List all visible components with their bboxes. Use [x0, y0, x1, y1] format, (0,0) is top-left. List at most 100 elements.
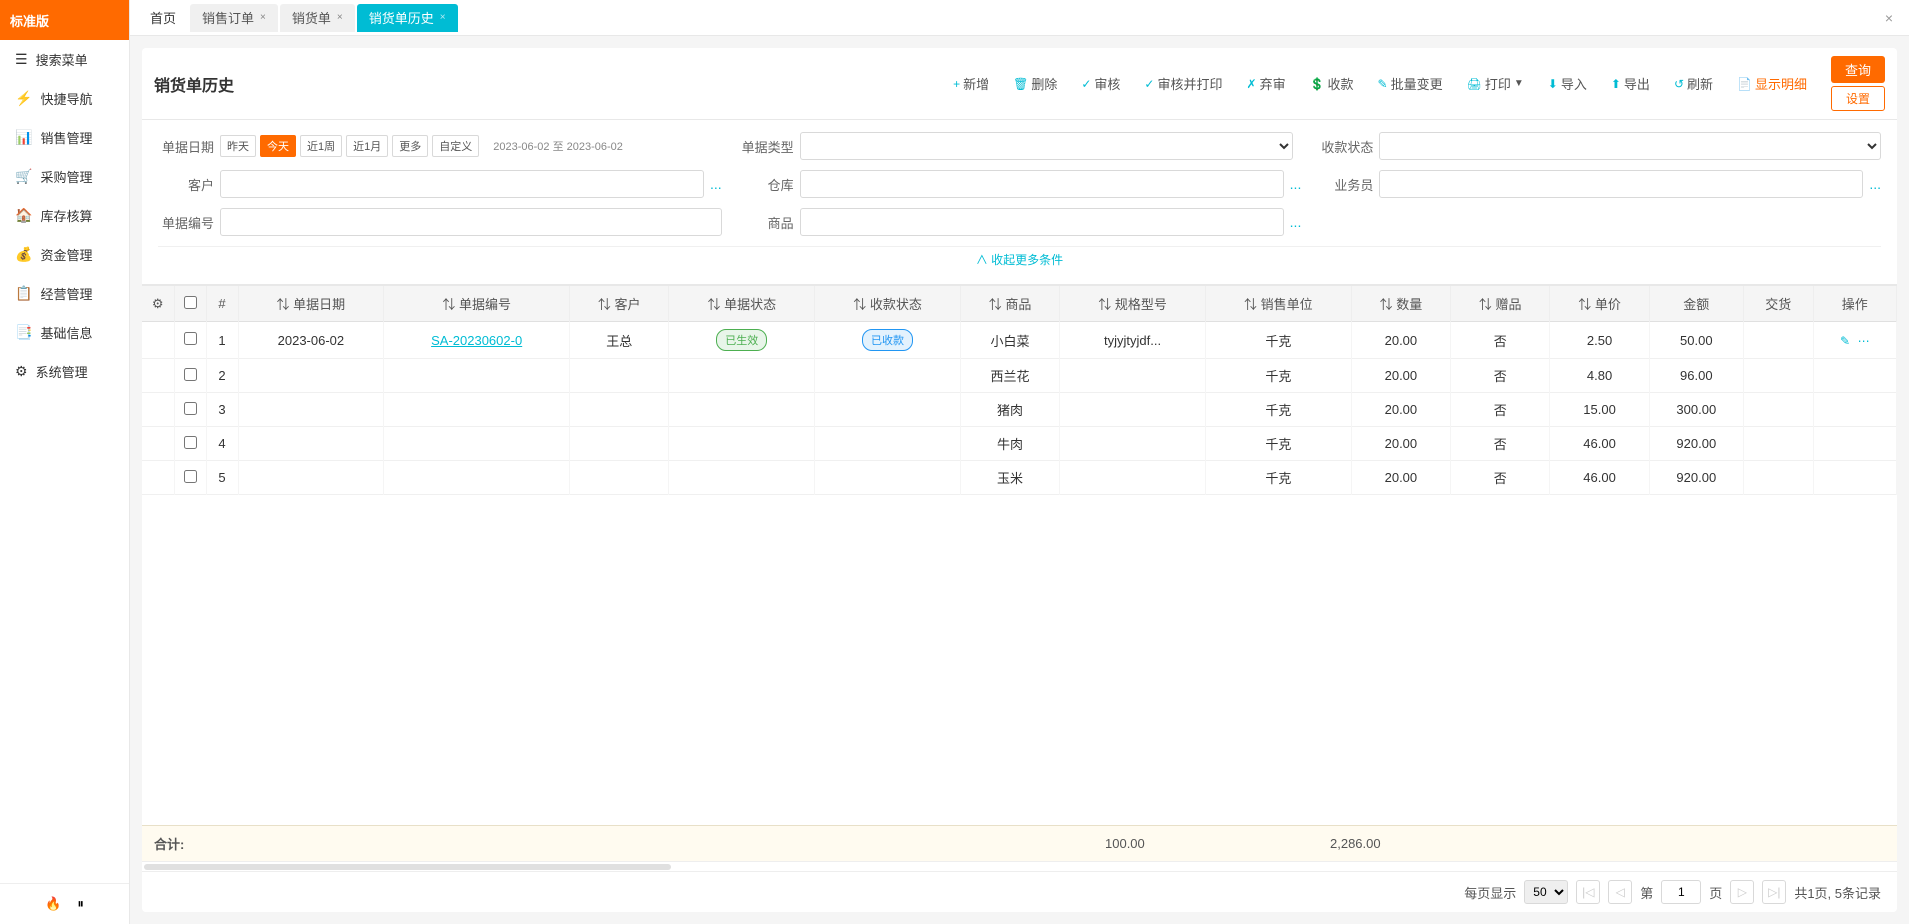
horizontal-scrollbar[interactable] [142, 861, 1897, 871]
checkbox-cell[interactable] [174, 322, 206, 359]
new-button[interactable]: + 新增 [945, 71, 997, 96]
operation-cell [1813, 393, 1896, 427]
sidebar-item-system[interactable]: ⚙ 系统管理 [0, 352, 129, 391]
warehouse-picker[interactable]: ... [1290, 176, 1302, 192]
goods-picker[interactable]: ... [1290, 214, 1302, 230]
goods-cell: 玉米 [960, 461, 1059, 495]
goods-input[interactable] [800, 208, 1284, 236]
settings-column-header[interactable]: ⚙ [142, 286, 174, 322]
sales-unit-column-header[interactable]: ⇅ 销售单位 [1205, 286, 1351, 322]
approve-print-button[interactable]: ✓ 审核并打印 [1136, 71, 1230, 96]
settings-button[interactable]: 设置 [1831, 86, 1885, 111]
payment-status-select[interactable] [1379, 132, 1881, 160]
last-page-button[interactable]: ▷| [1762, 880, 1786, 904]
select-all-checkbox[interactable] [184, 296, 197, 309]
show-detail-button[interactable]: 📄 显示明细 [1729, 71, 1815, 96]
checkbox-cell[interactable] [174, 393, 206, 427]
first-page-button[interactable]: |◁ [1576, 880, 1600, 904]
row-checkbox[interactable] [184, 436, 197, 449]
spec-cell [1060, 359, 1206, 393]
sidebar-item-label: 系统管理 [36, 362, 88, 381]
checkbox-cell[interactable] [174, 461, 206, 495]
sidebar-item-sales[interactable]: 📊 销售管理 [0, 118, 129, 157]
prev-page-button[interactable]: ◁ [1608, 880, 1632, 904]
unit-price-cell: 46.00 [1550, 461, 1649, 495]
close-all-tabs[interactable]: × [1877, 10, 1901, 26]
collapse-filters-button[interactable]: ∧ 收起更多条件 [158, 246, 1881, 272]
more-op-button[interactable]: ⋯ [1856, 334, 1872, 348]
checkbox-cell[interactable] [174, 427, 206, 461]
close-sales-order-tab[interactable]: × [260, 12, 266, 23]
sidebar-item-inventory[interactable]: 🏠 库存核算 [0, 196, 129, 235]
doc-no-link[interactable]: SA-20230602-0 [431, 333, 522, 348]
sidebar-bottom: 🔥 ⏸ [0, 883, 129, 924]
sidebar-item-operation[interactable]: 📋 经营管理 [0, 274, 129, 313]
doc-status-column-header[interactable]: ⇅ 单据状态 [669, 286, 815, 322]
doc-type-select[interactable] [800, 132, 1294, 160]
more-btn[interactable]: 更多 [392, 135, 428, 157]
unit-price-column-header[interactable]: ⇅ 单价 [1550, 286, 1649, 322]
doc-date-column-header[interactable]: ⇅ 单据日期 [238, 286, 384, 322]
gift-column-header[interactable]: ⇅ 赠品 [1451, 286, 1550, 322]
customer-cell: 王总 [570, 322, 669, 359]
salesperson-picker[interactable]: ... [1869, 176, 1881, 192]
row-checkbox[interactable] [184, 332, 197, 345]
sidebar-item-purchase[interactable]: 🛒 采购管理 [0, 157, 129, 196]
print-button[interactable]: 🖨 打印 ▼ [1459, 71, 1532, 96]
pause-icon[interactable]: ⏸ [77, 896, 84, 912]
customer-column-header[interactable]: ⇅ 客户 [570, 286, 669, 322]
yesterday-btn[interactable]: 昨天 [220, 135, 256, 157]
row-checkbox[interactable] [184, 470, 197, 483]
checkbox-column-header[interactable] [174, 286, 206, 322]
sidebar-item-search[interactable]: ☰ 搜索菜单 [0, 40, 129, 79]
doc-no-input[interactable] [220, 208, 722, 236]
page-number-input[interactable] [1661, 880, 1701, 904]
settings-cell [142, 461, 174, 495]
warehouse-input[interactable] [800, 170, 1284, 198]
custom-btn[interactable]: 自定义 [432, 135, 479, 157]
sidebar-item-finance[interactable]: 💰 资金管理 [0, 235, 129, 274]
customer-picker[interactable]: ... [710, 176, 722, 192]
spec-cell [1060, 461, 1206, 495]
close-sales-delivery-tab[interactable]: × [337, 12, 343, 23]
payment-status-column-header[interactable]: ⇅ 收款状态 [815, 286, 961, 322]
page-body: 销货单历史 + 新增 🗑 删除 ✓ 审核 ✓ [130, 36, 1909, 924]
last30-btn[interactable]: 近1月 [346, 135, 388, 157]
goods-column-header[interactable]: ⇅ 商品 [960, 286, 1059, 322]
salesperson-input[interactable] [1379, 170, 1863, 198]
per-page-select[interactable]: 50 [1524, 880, 1568, 904]
total-info: 共1页, 5条记录 [1794, 883, 1881, 902]
import-button[interactable]: ⬇ 导入 [1540, 71, 1595, 96]
next-page-button[interactable]: ▷ [1730, 880, 1754, 904]
delete-button[interactable]: 🗑 删除 [1005, 71, 1065, 96]
row-checkbox[interactable] [184, 402, 197, 415]
row-checkbox[interactable] [184, 368, 197, 381]
tab-home[interactable]: 首页 [138, 4, 188, 32]
query-button[interactable]: 查询 [1831, 56, 1885, 83]
page-label-prefix: 第 [1640, 883, 1653, 902]
refresh-button[interactable]: ↺ 刷新 [1666, 71, 1721, 96]
no-cell: 1 [206, 322, 238, 359]
export-button[interactable]: ⬆ 导出 [1603, 71, 1658, 96]
today-btn[interactable]: 今天 [260, 135, 296, 157]
finance-icon: 💰 [15, 246, 32, 263]
last7-btn[interactable]: 近1周 [300, 135, 342, 157]
doc-no-column-header[interactable]: ⇅ 单据编号 [384, 286, 570, 322]
checkbox-cell[interactable] [174, 359, 206, 393]
customer-input[interactable] [220, 170, 704, 198]
fire-icon[interactable]: 🔥 [45, 896, 61, 912]
discard-button[interactable]: ✗ 弃审 [1239, 71, 1294, 96]
quantity-column-header[interactable]: ⇅ 数量 [1351, 286, 1450, 322]
sidebar-item-shortcut[interactable]: ⚡ 快捷导航 [0, 79, 129, 118]
approve-button[interactable]: ✓ 审核 [1073, 71, 1128, 96]
tab-sales-order[interactable]: 销售订单 × [190, 4, 278, 32]
close-sales-history-tab[interactable]: × [440, 12, 446, 23]
tab-sales-history[interactable]: 销货单历史 × [357, 4, 458, 32]
collect-button[interactable]: 💲 收款 [1302, 71, 1362, 96]
batch-change-button[interactable]: ✎ 批量变更 [1370, 71, 1451, 96]
tab-sales-delivery[interactable]: 销货单 × [280, 4, 355, 32]
spec-column-header[interactable]: ⇅ 规格型号 [1060, 286, 1206, 322]
sidebar-item-basic[interactable]: 📑 基础信息 [0, 313, 129, 352]
edit-op-button[interactable]: ✎ [1838, 334, 1852, 348]
print-dropdown-icon: ▼ [1514, 78, 1524, 89]
